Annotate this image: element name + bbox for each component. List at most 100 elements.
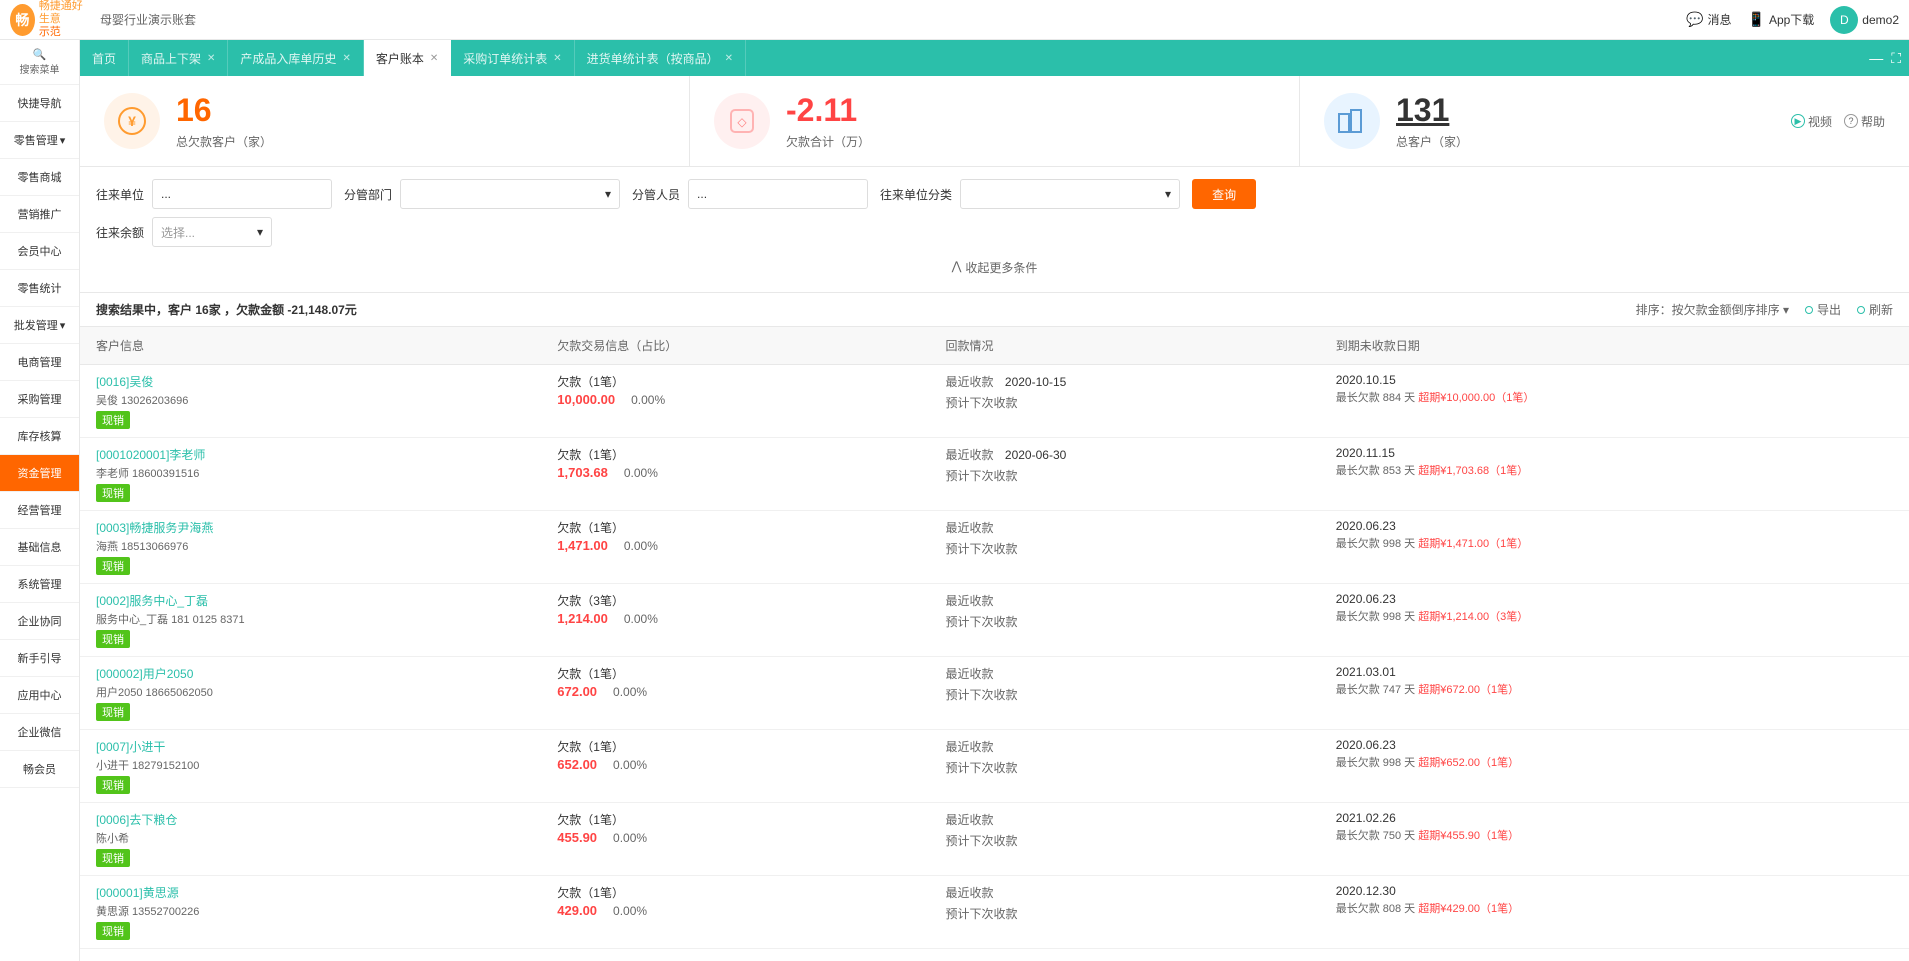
sidebar-item-member[interactable]: 会员中心 <box>0 233 79 270</box>
tab-customer-account-close[interactable]: ✕ <box>430 53 438 64</box>
sidebar-item-vip[interactable]: 畅会员 <box>0 751 79 788</box>
tab-product-shelf-close[interactable]: ✕ <box>207 53 215 64</box>
overdue-link[interactable]: 超期¥1,471.00（1笔） <box>1418 538 1528 550</box>
customer-name-link[interactable]: [000001]黄思源 <box>96 886 179 900</box>
overdue-link[interactable]: 超期¥672.00（1笔） <box>1418 684 1519 696</box>
tab-purchase-stats-label: 进货单统计表（按商品） <box>587 50 719 67</box>
debt-amount: 429.00 <box>557 903 597 918</box>
due-date-cell: 2020.11.15 最长欠款 853 天 超期¥1,703.68（1笔） <box>1320 438 1909 511</box>
sidebar-item-app-center[interactable]: 应用中心 <box>0 677 79 714</box>
refresh-icon <box>1857 306 1865 314</box>
debt-info-cell: 欠款（1笔） 672.00 0.00% <box>541 657 929 730</box>
overdue-link[interactable]: 超期¥10,000.00（1笔） <box>1418 392 1534 404</box>
customer-name-link[interactable]: [0006]去下粮仓 <box>96 813 177 827</box>
sidebar-item-ecommerce[interactable]: 电商管理 <box>0 344 79 381</box>
overdue-link[interactable]: 超期¥429.00（1笔） <box>1418 903 1519 915</box>
max-days: 最长欠款 808 天 <box>1336 903 1415 915</box>
view-video-btn[interactable]: ▶ 视频 <box>1791 113 1832 130</box>
username-label: demo2 <box>1862 13 1899 27</box>
sidebar-item-enterprise[interactable]: 企业协同 <box>0 603 79 640</box>
source-unit-input[interactable]: ... <box>152 179 332 209</box>
recovery-info: 最近收款 <box>946 811 1304 828</box>
help-btn[interactable]: ? 帮助 <box>1844 113 1885 130</box>
sidebar-item-finance[interactable]: 资金管理 <box>0 455 79 492</box>
customer-name-link[interactable]: [0016]吴俊 <box>96 375 153 389</box>
tab-customer-account[interactable]: 客户账本 ✕ <box>364 40 451 76</box>
debt-count: 欠款（1笔） <box>557 373 913 390</box>
tab-product-shelf[interactable]: 商品上下架 ✕ <box>129 40 228 76</box>
overdue-link[interactable]: 超期¥652.00（1笔） <box>1418 757 1519 769</box>
results-debt-amount: -21,148.07元 <box>287 303 356 317</box>
user-avatar-btn[interactable]: D demo2 <box>1830 6 1899 34</box>
tab-product-warehouse-close[interactable]: ✕ <box>342 53 350 64</box>
recovery-cell: 最近收款 预计下次收款 <box>930 657 1320 730</box>
due-detail: 最长欠款 998 天 超期¥1,471.00（1笔） <box>1336 535 1893 551</box>
tab-maximize-btn[interactable]: ⛶ <box>1891 50 1901 67</box>
customer-phone: 陈小希 <box>96 830 525 846</box>
due-detail: 最长欠款 750 天 超期¥455.90（1笔） <box>1336 827 1893 843</box>
debt-info-cell: 欠款（1笔） 652.00 0.00% <box>541 730 929 803</box>
message-btn[interactable]: 💬 消息 <box>1686 11 1731 28</box>
app-download-btn[interactable]: 📱 App下载 <box>1748 11 1815 28</box>
tab-product-warehouse[interactable]: 产成品入库单历史 ✕ <box>228 40 363 76</box>
balance-placeholder: 选择... <box>161 224 195 241</box>
debt-count: 欠款（3笔） <box>557 592 913 609</box>
customer-name-link[interactable]: [0003]畅捷服务尹海燕 <box>96 521 213 535</box>
person-input[interactable]: ... <box>688 179 868 209</box>
tab-purchase-order[interactable]: 采购订单统计表 ✕ <box>451 40 574 76</box>
overdue-link[interactable]: 超期¥1,703.68（1笔） <box>1418 465 1528 477</box>
quick-nav-label: 快捷导航 <box>18 98 62 110</box>
refresh-btn[interactable]: 刷新 <box>1857 301 1893 318</box>
sidebar-search[interactable]: 🔍 搜索菜单 <box>0 40 79 85</box>
filter-person: 分管人员 ... <box>632 179 868 209</box>
tab-purchase-stats[interactable]: 进货单统计表（按商品） ✕ <box>575 40 746 76</box>
results-info: 搜索结果中，客户 16家 ，欠款金额 -21,148.07元 <box>96 301 357 318</box>
collapse-row[interactable]: ⋀ 收起更多条件 <box>96 255 1893 280</box>
max-days: 最长欠款 884 天 <box>1336 392 1415 404</box>
data-table: 客户信息 欠款交易信息（占比） 回款情况 到期未收款日期 [0016]吴俊 吴俊… <box>80 327 1909 949</box>
debt-amount: 1,471.00 <box>557 538 608 553</box>
sidebar-item-enterprise-wx[interactable]: 企业微信 <box>0 714 79 751</box>
customer-name-link[interactable]: [0007]小进干 <box>96 740 165 754</box>
sidebar-item-retail-stats[interactable]: 零售统计 <box>0 270 79 307</box>
tab-minimize-btn[interactable]: — <box>1869 50 1883 66</box>
sidebar-item-retail-mall[interactable]: 零售商城 <box>0 159 79 196</box>
sidebar-item-system[interactable]: 系统管理 <box>0 566 79 603</box>
sidebar-item-basic-info[interactable]: 基础信息 <box>0 529 79 566</box>
due-date: 2020.11.15 <box>1336 446 1893 460</box>
customer-name-link[interactable]: [000002]用户2050 <box>96 667 193 681</box>
sidebar-item-marketing[interactable]: 营销推广 <box>0 196 79 233</box>
sidebar-item-newbie[interactable]: 新手引导 <box>0 640 79 677</box>
customer-phone: 海燕 18513066976 <box>96 538 525 554</box>
sidebar-item-quick-nav[interactable]: 快捷导航 <box>0 85 79 122</box>
balance-input[interactable]: 选择... ▾ <box>152 217 272 247</box>
tab-purchase-stats-close[interactable]: ✕ <box>725 53 733 64</box>
chevron-down-icon: ▾ <box>60 134 66 147</box>
debt-count: 欠款（1笔） <box>557 665 913 682</box>
export-icon <box>1805 306 1813 314</box>
results-text-middle: ，欠款金额 <box>224 303 284 317</box>
unit-category-input[interactable]: ▾ <box>960 179 1180 209</box>
sidebar-item-retail-mgmt[interactable]: 零售管理 ▾ <box>0 122 79 159</box>
sort-btn[interactable]: 排序：按欠款金额倒序排序 ▾ <box>1636 301 1789 318</box>
query-button[interactable]: 查询 <box>1192 179 1256 209</box>
overdue-link[interactable]: 超期¥1,214.00（3笔） <box>1418 611 1528 623</box>
debt-info-cell: 欠款（1笔） 1,703.68 0.00% <box>541 438 929 511</box>
customer-name-link[interactable]: [0002]服务中心_丁磊 <box>96 594 208 608</box>
debt-amount: 1,703.68 <box>557 465 608 480</box>
sidebar-item-ops[interactable]: 经营管理 <box>0 492 79 529</box>
debt-customers-icon: ¥ <box>104 93 160 149</box>
sidebar-item-batch-mgmt[interactable]: 批发管理 ▾ <box>0 307 79 344</box>
sidebar-item-purchase[interactable]: 采购管理 <box>0 381 79 418</box>
sidebar-item-inventory[interactable]: 库存核算 <box>0 418 79 455</box>
debt-percent: 0.00% <box>613 758 647 772</box>
tab-home[interactable]: 首页 <box>80 40 129 76</box>
debt-info-cell: 欠款（1笔） 429.00 0.00% <box>541 876 929 949</box>
debt-amount: 1,214.00 <box>557 611 608 626</box>
tab-product-shelf-label: 商品上下架 <box>141 50 201 67</box>
overdue-link[interactable]: 超期¥455.90（1笔） <box>1418 830 1519 842</box>
tab-purchase-order-close[interactable]: ✕ <box>553 53 561 64</box>
export-btn[interactable]: 导出 <box>1805 301 1841 318</box>
dept-input[interactable]: ▾ <box>400 179 620 209</box>
customer-name-link[interactable]: [0001020001]李老师 <box>96 448 205 462</box>
